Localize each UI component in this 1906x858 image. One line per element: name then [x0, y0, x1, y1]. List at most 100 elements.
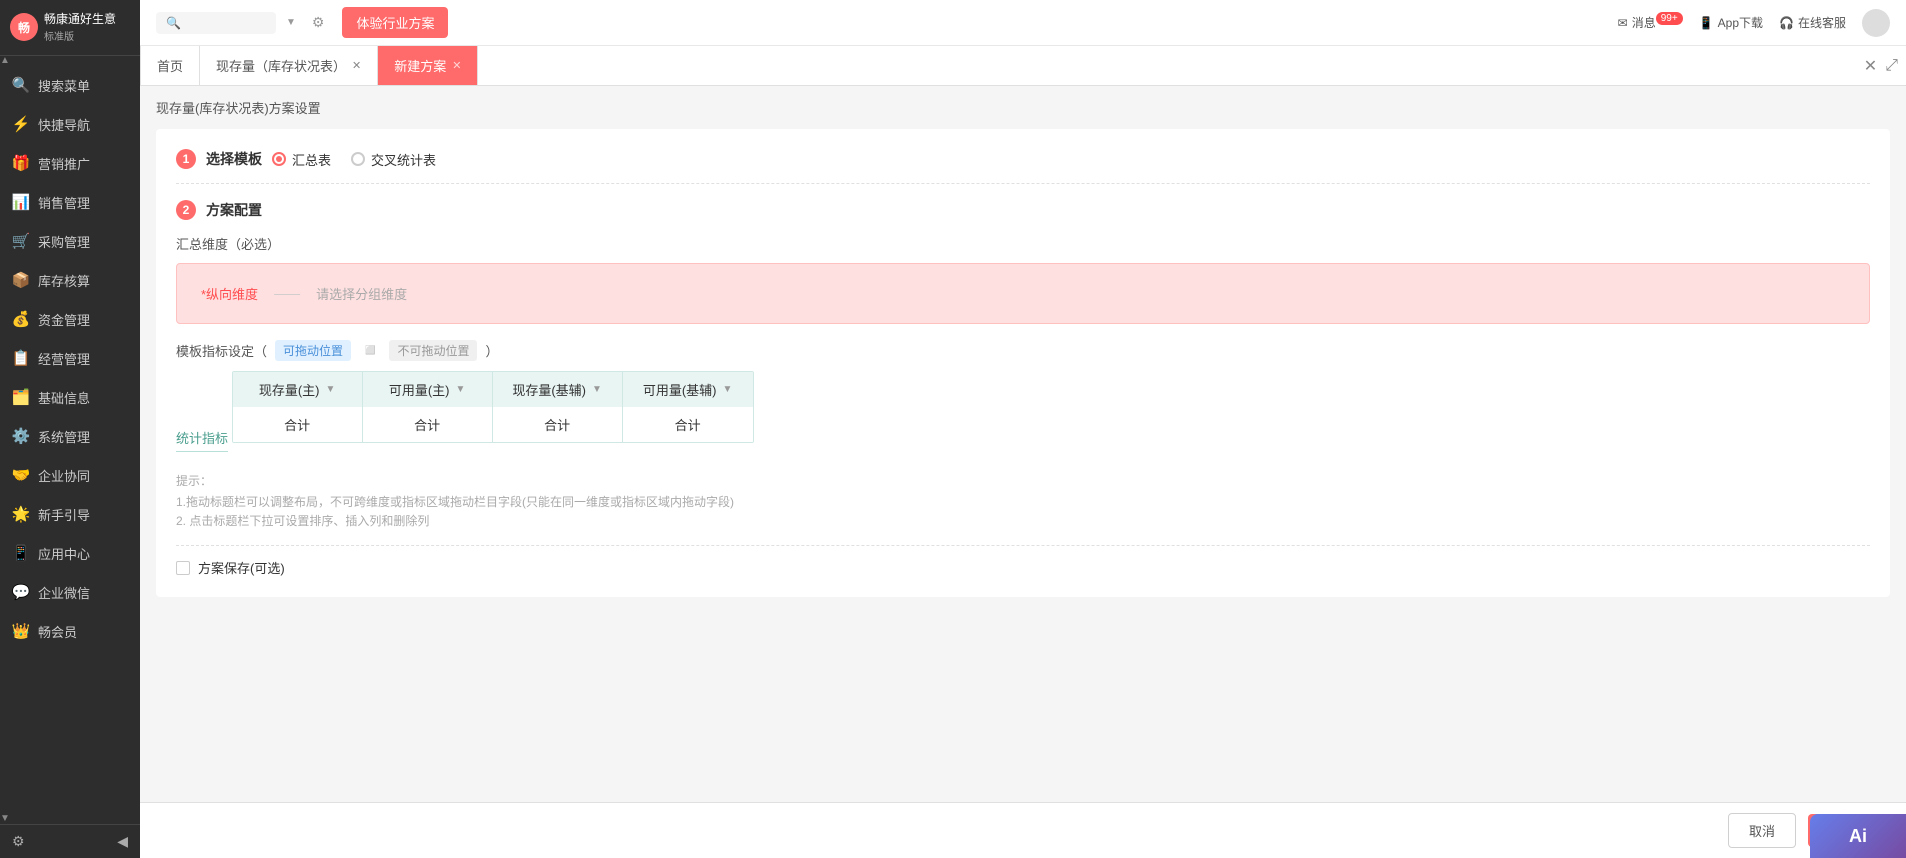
stats-col-0-chevron: ▼: [326, 384, 336, 395]
hint-item-0: 1.拖动标题栏可以调整布局，不可跨维度或指标区域拖动栏目字段(只能在同一维度或指…: [176, 493, 1870, 510]
topbar: 🔍 ▼ ⚙ 体验行业方案 ✉ 消息 99+ 📱 App下载 🎧 在线客服: [140, 0, 1906, 46]
tabs-bar: 首页 现存量（库存状况表） ✕ 新建方案 ✕ ✕ ⤢: [140, 46, 1906, 86]
radio-summary[interactable]: 汇总表: [272, 150, 331, 169]
topbar-gear-icon[interactable]: ⚙: [312, 14, 325, 31]
sidebar-item-search[interactable]: 🔍 搜索菜单: [0, 66, 140, 105]
stats-section-label: 统计指标: [176, 428, 228, 452]
summary-dim-label: 汇总维度（必选）: [176, 234, 1870, 253]
section1-num: 1: [176, 149, 196, 169]
section1-header: 1 选择模板 汇总表 交叉统计表: [176, 149, 1870, 169]
sidebar: 畅 畅康通好生意 标准版 ▲ 🔍 搜索菜单 ⚡ 快捷导航 🎁 营销推广 📊 销售…: [0, 0, 140, 858]
tab-home[interactable]: 首页: [140, 46, 200, 85]
tab-inventory-close[interactable]: ✕: [352, 59, 361, 72]
sidebar-item-biz-mgmt[interactable]: 📋 经营管理: [0, 339, 140, 378]
stats-col-header-3[interactable]: 可用量(基辅) ▼: [623, 372, 753, 407]
topbar-right: ✉ 消息 99+ 📱 App下载 🎧 在线客服: [1618, 9, 1890, 37]
section2-config: 2 方案配置 汇总维度（必选） *纵向维度 —— 请选择分组维度 模板指标设定（…: [176, 200, 1870, 529]
dimension-placeholder: 请选择分组维度: [316, 284, 407, 303]
section2-num: 2: [176, 200, 196, 220]
topbar-message[interactable]: ✉ 消息 99+: [1618, 14, 1683, 31]
new-guide-icon: 🌟: [12, 505, 30, 523]
app-download-icon: 📱: [1699, 16, 1714, 30]
radio-summary-dot: [276, 156, 282, 162]
dimension-row: *纵向维度 —— 请选择分组维度: [201, 284, 1845, 303]
section1-title: 选择模板: [206, 149, 262, 169]
indicator-config-end: ）: [485, 341, 498, 360]
stats-col-header-1[interactable]: 可用量(主) ▼: [363, 372, 493, 407]
tab-new-plan-close[interactable]: ✕: [452, 59, 461, 72]
settings-icon[interactable]: ⚙: [12, 833, 25, 850]
tab-inventory[interactable]: 现存量（库存状况表） ✕: [200, 46, 378, 85]
sidebar-item-basic-info[interactable]: 🗂️ 基础信息: [0, 378, 140, 417]
sidebar-logo: 畅 畅康通好生意 标准版: [0, 0, 140, 56]
stats-col-2-chevron: ▼: [592, 384, 602, 395]
sidebar-scroll-up[interactable]: ▲: [0, 56, 140, 66]
stats-col-body-0: 合计: [233, 407, 363, 442]
stats-table: 现存量(主) ▼ 可用量(主) ▼: [232, 371, 754, 443]
sidebar-item-member[interactable]: 👑 畅会员: [0, 612, 140, 651]
ai-float-button[interactable]: Ai: [1810, 814, 1906, 858]
stats-col-body-3: 合计: [623, 407, 753, 442]
industry-btn[interactable]: 体验行业方案: [342, 7, 448, 38]
topbar-search-box[interactable]: 🔍: [156, 12, 276, 34]
sidebar-item-marketing[interactable]: 🎁 营销推广: [0, 144, 140, 183]
sidebar-item-quick-nav[interactable]: ⚡ 快捷导航: [0, 105, 140, 144]
tab-close-all-icon[interactable]: ✕: [1864, 56, 1877, 76]
sales-icon: 📊: [12, 193, 30, 211]
hint-item-1: 2. 点击标题栏下拉可设置排序、插入列和删除列: [176, 512, 1870, 529]
section2-title: 方案配置: [206, 200, 262, 220]
user-avatar[interactable]: [1862, 9, 1890, 37]
page-title: 现存量(库存状况表)方案设置: [156, 98, 1890, 117]
save-label: 方案保存(可选): [198, 558, 285, 577]
app-logo-icon: 畅: [10, 13, 38, 41]
main-area: 🔍 ▼ ⚙ 体验行业方案 ✉ 消息 99+ 📱 App下载 🎧 在线客服: [140, 0, 1906, 858]
sidebar-item-sales[interactable]: 📊 销售管理: [0, 183, 140, 222]
service-icon: 🎧: [1779, 16, 1794, 30]
radio-cross[interactable]: 交叉统计表: [351, 150, 436, 169]
cancel-button[interactable]: 取消: [1728, 813, 1796, 848]
member-icon: 👑: [12, 622, 30, 640]
sidebar-item-wechat[interactable]: 💬 企业微信: [0, 573, 140, 612]
radio-cross-label: 交叉统计表: [371, 150, 436, 169]
inventory-icon: 📦: [12, 271, 30, 289]
message-icon: ✉: [1618, 16, 1628, 30]
collapse-icon[interactable]: ◀: [117, 833, 128, 850]
sidebar-item-finance[interactable]: 💰 资金管理: [0, 300, 140, 339]
template-radio-group: 汇总表 交叉统计表: [272, 150, 436, 169]
stats-col-header-2[interactable]: 现存量(基辅) ▼: [493, 372, 623, 407]
tab-expand-icon[interactable]: ⤢: [1885, 57, 1898, 75]
sidebar-item-inventory[interactable]: 📦 库存核算: [0, 261, 140, 300]
sidebar-item-purchase[interactable]: 🛒 采购管理: [0, 222, 140, 261]
biz-mgmt-icon: 📋: [12, 349, 30, 367]
sys-mgmt-icon: ⚙️: [12, 427, 30, 445]
topbar-search-icon: 🔍: [166, 16, 181, 30]
indicator-config-label: 模板指标设定（: [176, 341, 267, 360]
stats-col-1-chevron: ▼: [456, 384, 466, 395]
hint-title: 提示：: [176, 472, 1870, 489]
app-center-icon: 📱: [12, 544, 30, 562]
tab-new-plan[interactable]: 新建方案 ✕: [378, 46, 478, 85]
indicator-config-row: 模板指标设定（ 可拖动位置 ◽ 不可拖动位置 ）: [176, 340, 1870, 361]
indicator-config-sep: ◽: [359, 340, 381, 361]
stats-section: 统计指标 现存量(主) ▼ 可用量(主): [176, 371, 1870, 460]
stats-col-body-1: 合计: [363, 407, 493, 442]
topbar-chevron-icon[interactable]: ▼: [286, 17, 296, 28]
dimension-separator: ——: [274, 286, 300, 301]
topbar-app-download[interactable]: 📱 App下载: [1699, 14, 1763, 31]
save-checkbox[interactable]: [176, 561, 190, 575]
sidebar-item-app-center[interactable]: 📱 应用中心: [0, 534, 140, 573]
search-menu-icon: 🔍: [12, 76, 30, 94]
topbar-online-service[interactable]: 🎧 在线客服: [1779, 14, 1846, 31]
stats-col-header-0[interactable]: 现存量(主) ▼: [233, 372, 363, 407]
enterprise-icon: 🤝: [12, 466, 30, 484]
hints-section: 提示： 1.拖动标题栏可以调整布局，不可跨维度或指标区域拖动栏目字段(只能在同一…: [176, 472, 1870, 529]
sidebar-item-new-guide[interactable]: 🌟 新手引导: [0, 495, 140, 534]
radio-cross-circle: [351, 152, 365, 166]
sidebar-scroll-down[interactable]: ▼: [0, 814, 140, 824]
indicator-tag-movable: 可拖动位置: [275, 340, 351, 361]
sidebar-bottom: ⚙ ◀: [0, 824, 140, 858]
indicator-tag-fixed: 不可拖动位置: [389, 340, 477, 361]
sidebar-nav: 🔍 搜索菜单 ⚡ 快捷导航 🎁 营销推广 📊 销售管理 🛒 采购管理 📦 库存核…: [0, 66, 140, 814]
sidebar-item-sys-mgmt[interactable]: ⚙️ 系统管理: [0, 417, 140, 456]
sidebar-item-enterprise[interactable]: 🤝 企业协同: [0, 456, 140, 495]
